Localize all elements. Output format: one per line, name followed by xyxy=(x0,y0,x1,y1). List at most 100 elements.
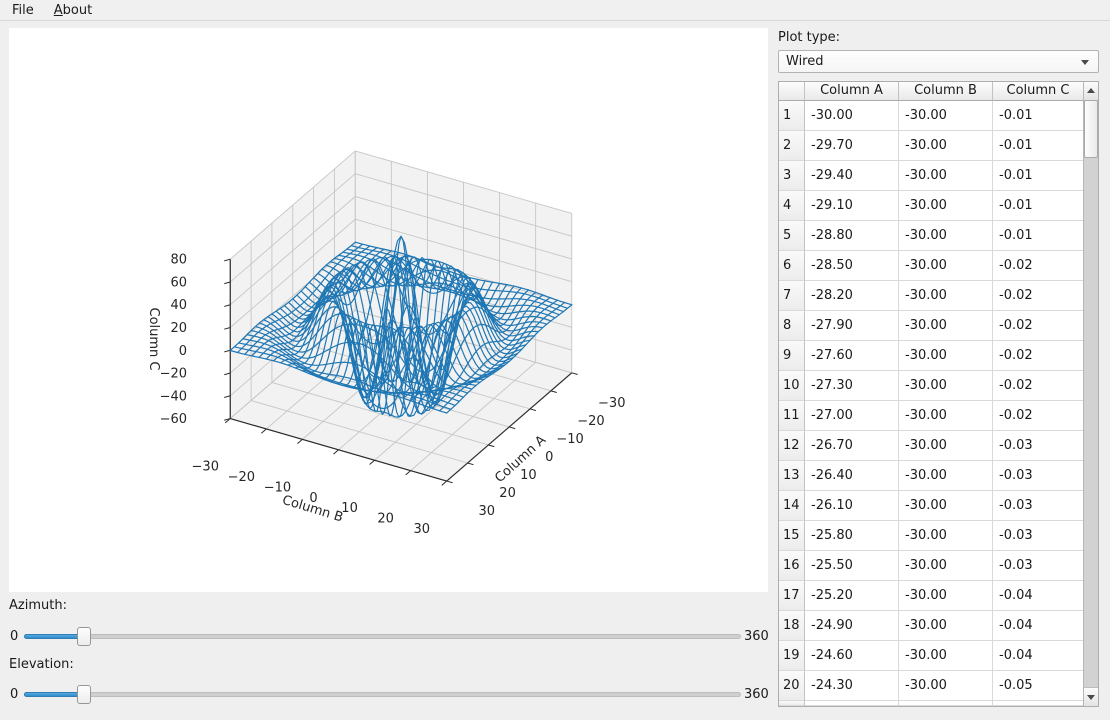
row-number-cell[interactable]: 19 xyxy=(779,641,805,671)
menu-item-about[interactable]: About xyxy=(44,1,102,20)
row-number-cell[interactable]: 6 xyxy=(779,251,805,281)
table-cell[interactable]: -0.02 xyxy=(993,251,1083,281)
table-cell[interactable]: -0.02 xyxy=(993,401,1083,431)
table-cell[interactable]: -0.01 xyxy=(993,191,1083,221)
table-cell[interactable]: -0.01 xyxy=(993,101,1083,131)
table-cell[interactable]: -30.00 xyxy=(899,221,993,251)
table-cell[interactable]: -0.02 xyxy=(993,281,1083,311)
column-header-a[interactable]: Column A xyxy=(805,82,899,101)
table-cell[interactable]: -25.50 xyxy=(805,551,899,581)
row-number-cell[interactable]: 8 xyxy=(779,311,805,341)
table-cell[interactable]: -30.00 xyxy=(899,311,993,341)
azimuth-slider-track[interactable] xyxy=(24,634,741,639)
table-cell[interactable]: -27.30 xyxy=(805,371,899,401)
table-cell[interactable]: -29.10 xyxy=(805,191,899,221)
elevation-slider[interactable]: 0 360 xyxy=(0,683,775,707)
table-cell[interactable]: -30.00 xyxy=(899,491,993,521)
row-number-cell[interactable]: 12 xyxy=(779,431,805,461)
table-cell[interactable]: -29.40 xyxy=(805,161,899,191)
table-cell[interactable]: -29.70 xyxy=(805,131,899,161)
table-cell[interactable]: -30.00 xyxy=(899,461,993,491)
table-cell[interactable]: -0.01 xyxy=(993,131,1083,161)
menu-item-file[interactable]: File xyxy=(2,1,44,20)
table-cell[interactable]: -30.00 xyxy=(899,161,993,191)
table-cell[interactable]: -30.00 xyxy=(899,371,993,401)
table-cell[interactable]: -25.80 xyxy=(805,521,899,551)
table-cell[interactable]: -0.04 xyxy=(993,641,1083,671)
elevation-slider-track[interactable] xyxy=(24,692,741,697)
table-cell[interactable]: -28.20 xyxy=(805,281,899,311)
table-cell[interactable]: -0.02 xyxy=(993,371,1083,401)
row-number-cell[interactable]: 13 xyxy=(779,461,805,491)
table-cell[interactable]: -0.03 xyxy=(993,491,1083,521)
table-cell[interactable]: -25.20 xyxy=(805,581,899,611)
scrollbar-thumb[interactable] xyxy=(1084,100,1098,158)
table-cell[interactable]: -30.00 xyxy=(899,131,993,161)
table-cell[interactable]: -0.03 xyxy=(993,551,1083,581)
scroll-up-button[interactable] xyxy=(1084,82,1098,101)
table-cell[interactable]: -0.02 xyxy=(993,341,1083,371)
table-cell[interactable]: -30.00 xyxy=(899,191,993,221)
table-cell[interactable]: -30.00 xyxy=(899,431,993,461)
column-header-c[interactable]: Column C xyxy=(993,82,1083,101)
table-cell[interactable]: -0.03 xyxy=(993,461,1083,491)
elevation-slider-handle[interactable] xyxy=(77,685,91,704)
row-number-cell[interactable]: 11 xyxy=(779,401,805,431)
row-number-cell[interactable]: 5 xyxy=(779,221,805,251)
table-cell[interactable]: -24.90 xyxy=(805,611,899,641)
table-cell[interactable]: -30.00 xyxy=(899,251,993,281)
row-number-cell[interactable]: 20 xyxy=(779,671,805,701)
table-cell[interactable]: -30.00 xyxy=(899,401,993,431)
table-cell[interactable]: -0.04 xyxy=(993,611,1083,641)
table-cell[interactable]: -26.10 xyxy=(805,491,899,521)
table-cell[interactable]: -30.00 xyxy=(899,671,993,701)
row-number-cell[interactable]: 7 xyxy=(779,281,805,311)
table-cell[interactable]: -24.30 xyxy=(805,671,899,701)
table-cell[interactable]: -0.05 xyxy=(993,671,1083,701)
table-cell[interactable]: -0.01 xyxy=(993,221,1083,251)
table-cell[interactable]: -26.70 xyxy=(805,431,899,461)
column-header-b[interactable]: Column B xyxy=(899,82,993,101)
data-table[interactable]: Column A Column B Column C 1-30.00-30.00… xyxy=(778,81,1099,707)
elevation-max-label: 360 xyxy=(744,687,769,702)
table-cell[interactable]: -0.01 xyxy=(993,161,1083,191)
table-cell[interactable]: -30.00 xyxy=(899,581,993,611)
table-cell[interactable]: -28.80 xyxy=(805,221,899,251)
row-number-cell[interactable]: 2 xyxy=(779,131,805,161)
table-cell[interactable]: -27.90 xyxy=(805,311,899,341)
table-cell[interactable]: -30.00 xyxy=(899,281,993,311)
azimuth-slider[interactable]: 0 360 xyxy=(0,625,775,649)
table-cell[interactable]: -30.00 xyxy=(899,641,993,671)
table-cell[interactable]: -30.00 xyxy=(899,611,993,641)
table-cell[interactable]: -26.40 xyxy=(805,461,899,491)
plot-type-dropdown[interactable]: Wired xyxy=(778,50,1099,73)
row-number-cell[interactable]: 1 xyxy=(779,101,805,131)
row-number-cell[interactable]: 3 xyxy=(779,161,805,191)
row-number-cell[interactable]: 10 xyxy=(779,371,805,401)
table-cell[interactable]: -0.04 xyxy=(993,581,1083,611)
row-number-cell[interactable]: 17 xyxy=(779,581,805,611)
table-cell[interactable]: -24.60 xyxy=(805,641,899,671)
table-corner-cell[interactable] xyxy=(779,82,805,101)
table-cell[interactable]: -30.00 xyxy=(899,551,993,581)
row-number-cell[interactable]: 15 xyxy=(779,521,805,551)
table-cell[interactable]: -30.00 xyxy=(899,101,993,131)
table-cell[interactable]: -30.00 xyxy=(899,521,993,551)
table-cell[interactable]: -0.02 xyxy=(993,311,1083,341)
table-cell[interactable]: -28.50 xyxy=(805,251,899,281)
row-number-cell[interactable]: 16 xyxy=(779,551,805,581)
table-cell[interactable]: -30.00 xyxy=(899,341,993,371)
table-cell[interactable]: -27.00 xyxy=(805,401,899,431)
row-number-cell[interactable]: 9 xyxy=(779,341,805,371)
row-number-cell[interactable]: 14 xyxy=(779,491,805,521)
svg-text:30: 30 xyxy=(478,504,495,519)
scroll-down-button[interactable] xyxy=(1084,687,1098,706)
table-vertical-scrollbar[interactable] xyxy=(1083,82,1098,706)
row-number-cell[interactable]: 4 xyxy=(779,191,805,221)
table-cell[interactable]: -27.60 xyxy=(805,341,899,371)
azimuth-slider-handle[interactable] xyxy=(77,627,91,646)
table-cell[interactable]: -0.03 xyxy=(993,431,1083,461)
table-cell[interactable]: -0.03 xyxy=(993,521,1083,551)
table-cell[interactable]: -30.00 xyxy=(805,101,899,131)
row-number-cell[interactable]: 18 xyxy=(779,611,805,641)
